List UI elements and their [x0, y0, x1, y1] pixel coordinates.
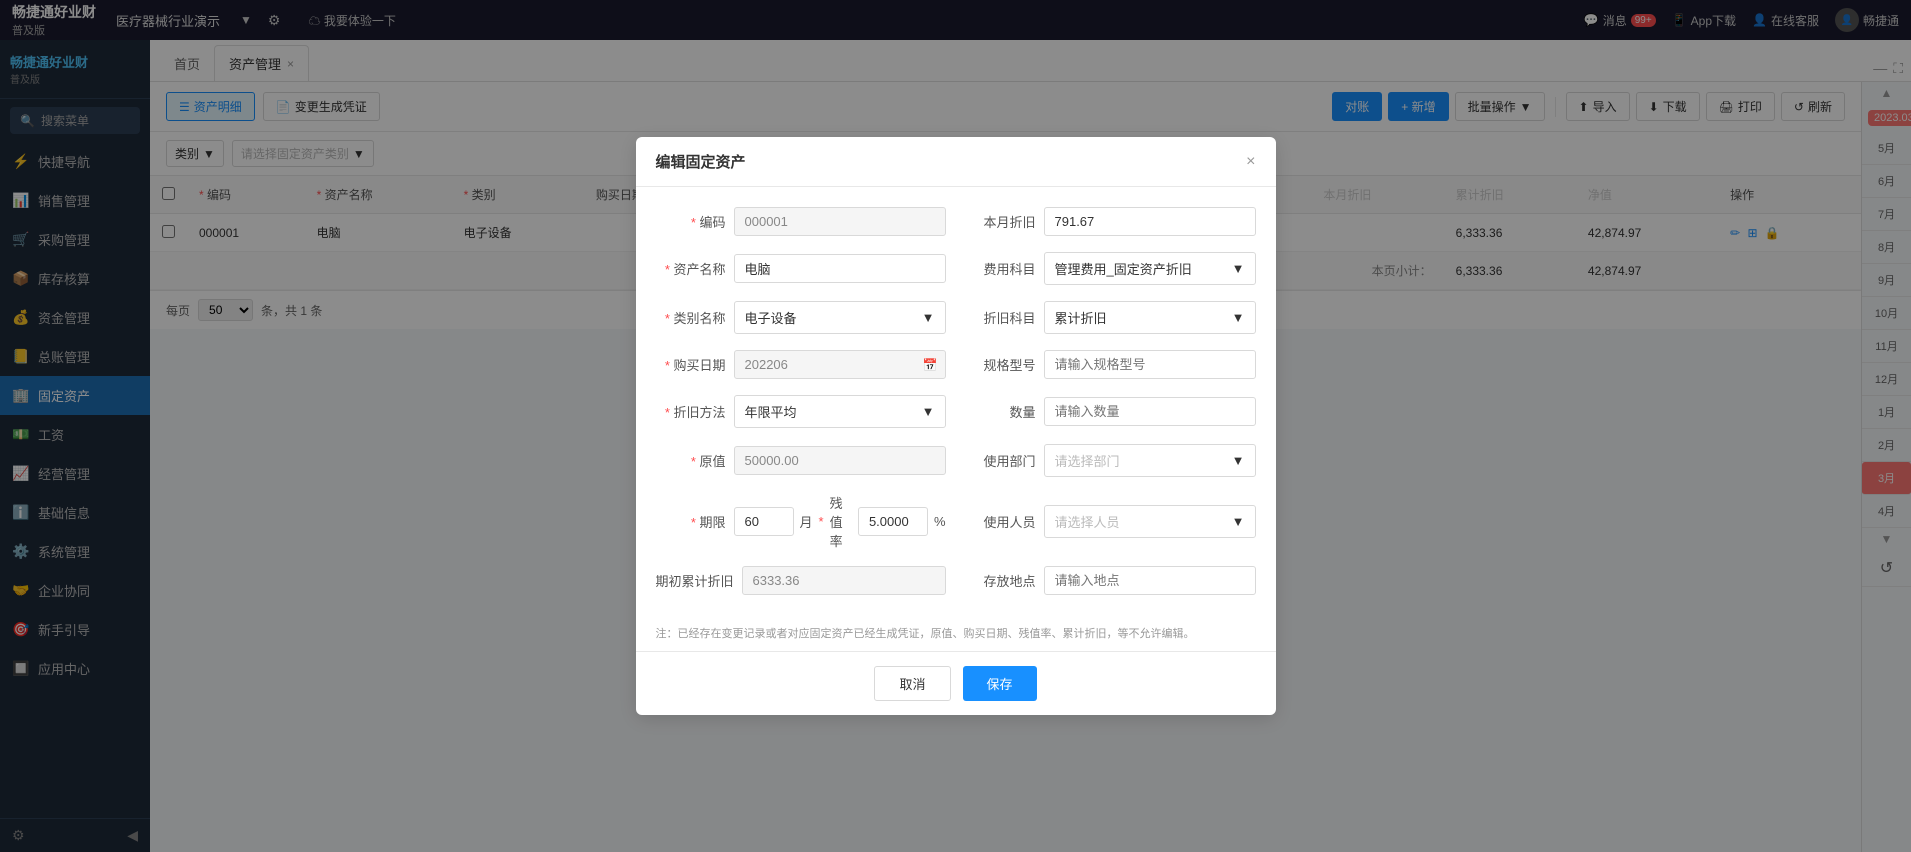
code-input[interactable]	[734, 207, 946, 236]
modal-header: 编辑固定资产 ×	[636, 137, 1276, 187]
code-label: 编码	[656, 212, 726, 231]
buy-date-label: 购买日期	[656, 355, 726, 374]
cancel-btn[interactable]: 取消	[874, 666, 950, 701]
method-label: 折旧方法	[656, 402, 726, 421]
category-arrow-icon: ▼	[922, 310, 935, 325]
residual-input[interactable]	[858, 507, 928, 536]
modal-body: 编码 本月折旧 资产名称 费用科目 管理费用_固定资产折旧	[636, 187, 1276, 615]
form-group-method: 折旧方法 年限平均 ▼	[656, 395, 946, 428]
form-group-dept: 使用部门 请选择部门 ▼	[966, 444, 1256, 477]
location-label: 存放地点	[966, 571, 1036, 590]
period-residual-inline: 月 * 残值率 %	[734, 493, 946, 550]
category-label: 类别名称	[656, 308, 726, 327]
expense-account-select[interactable]: 管理费用_固定资产折旧 ▼	[1044, 252, 1256, 285]
form-group-buy-date: 购买日期 📅	[656, 350, 946, 379]
method-arrow-icon: ▼	[922, 404, 935, 419]
form-group-location: 存放地点	[966, 566, 1256, 595]
spec-label: 规格型号	[966, 355, 1036, 374]
form-group-original-value: 原值	[656, 444, 946, 477]
location-input[interactable]	[1044, 566, 1256, 595]
dep-account-label: 折旧科目	[966, 308, 1036, 327]
form-group-name: 资产名称	[656, 252, 946, 285]
calendar-icon: 📅	[923, 358, 938, 372]
monthly-dep-input[interactable]	[1044, 207, 1256, 236]
modal-title: 编辑固定资产	[656, 151, 746, 172]
name-label: 资产名称	[656, 259, 726, 278]
period-unit-label: 月	[800, 512, 813, 531]
form-group-monthly-dep: 本月折旧	[966, 207, 1256, 236]
save-btn[interactable]: 保存	[963, 666, 1037, 701]
user-label: 使用人员	[966, 512, 1036, 531]
dep-account-arrow-icon: ▼	[1232, 310, 1245, 325]
dept-label: 使用部门	[966, 451, 1036, 470]
quantity-label: 数量	[966, 402, 1036, 421]
quantity-input[interactable]	[1044, 397, 1256, 426]
initial-dep-label: 期初累计折旧	[656, 571, 734, 590]
method-select[interactable]: 年限平均 ▼	[734, 395, 946, 428]
category-select[interactable]: 电子设备 ▼	[734, 301, 946, 334]
buy-date-input[interactable]	[734, 350, 946, 379]
residual-rate-label: 残值率	[830, 493, 852, 550]
dept-arrow-icon: ▼	[1232, 453, 1245, 468]
dep-account-select[interactable]: 累计折旧 ▼	[1044, 301, 1256, 334]
form-group-category: 类别名称 电子设备 ▼	[656, 301, 946, 334]
period-input[interactable]	[734, 507, 794, 536]
original-value-label: 原值	[656, 451, 726, 470]
modal-overlay: 编辑固定资产 × 编码 本月折旧 资产名称	[0, 0, 1911, 852]
spec-input[interactable]	[1044, 350, 1256, 379]
form-grid: 编码 本月折旧 资产名称 费用科目 管理费用_固定资产折旧	[656, 207, 1256, 595]
form-group-spec: 规格型号	[966, 350, 1256, 379]
period-label: 期限	[656, 512, 726, 531]
modal-footer: 取消 保存	[636, 651, 1276, 715]
form-group-expense-account: 费用科目 管理费用_固定资产折旧 ▼	[966, 252, 1256, 285]
buy-date-input-wrap: 📅	[734, 350, 946, 379]
expense-account-label: 费用科目	[966, 259, 1036, 278]
original-value-input[interactable]	[734, 446, 946, 475]
form-group-code: 编码	[656, 207, 946, 236]
form-group-period-residual: 期限 月 * 残值率 %	[656, 493, 946, 550]
form-group-quantity: 数量	[966, 395, 1256, 428]
form-group-initial-dep: 期初累计折旧	[656, 566, 946, 595]
modal-note: 注：已经存在变更记录或者对应固定资产已经生成凭证，原值、购买日期、残值率、累计折…	[636, 615, 1276, 651]
form-group-dep-account: 折旧科目 累计折旧 ▼	[966, 301, 1256, 334]
form-group-user: 使用人员 请选择人员 ▼	[966, 493, 1256, 550]
monthly-dep-label: 本月折旧	[966, 212, 1036, 231]
initial-dep-input[interactable]	[742, 566, 946, 595]
dept-select[interactable]: 请选择部门 ▼	[1044, 444, 1256, 477]
user-select[interactable]: 请选择人员 ▼	[1044, 505, 1256, 538]
expense-account-arrow-icon: ▼	[1232, 261, 1245, 276]
modal-close-btn[interactable]: ×	[1246, 153, 1255, 171]
user-arrow-icon: ▼	[1232, 514, 1245, 529]
residual-unit-label: %	[934, 514, 946, 529]
name-input[interactable]	[734, 254, 946, 283]
edit-asset-modal: 编辑固定资产 × 编码 本月折旧 资产名称	[636, 137, 1276, 715]
